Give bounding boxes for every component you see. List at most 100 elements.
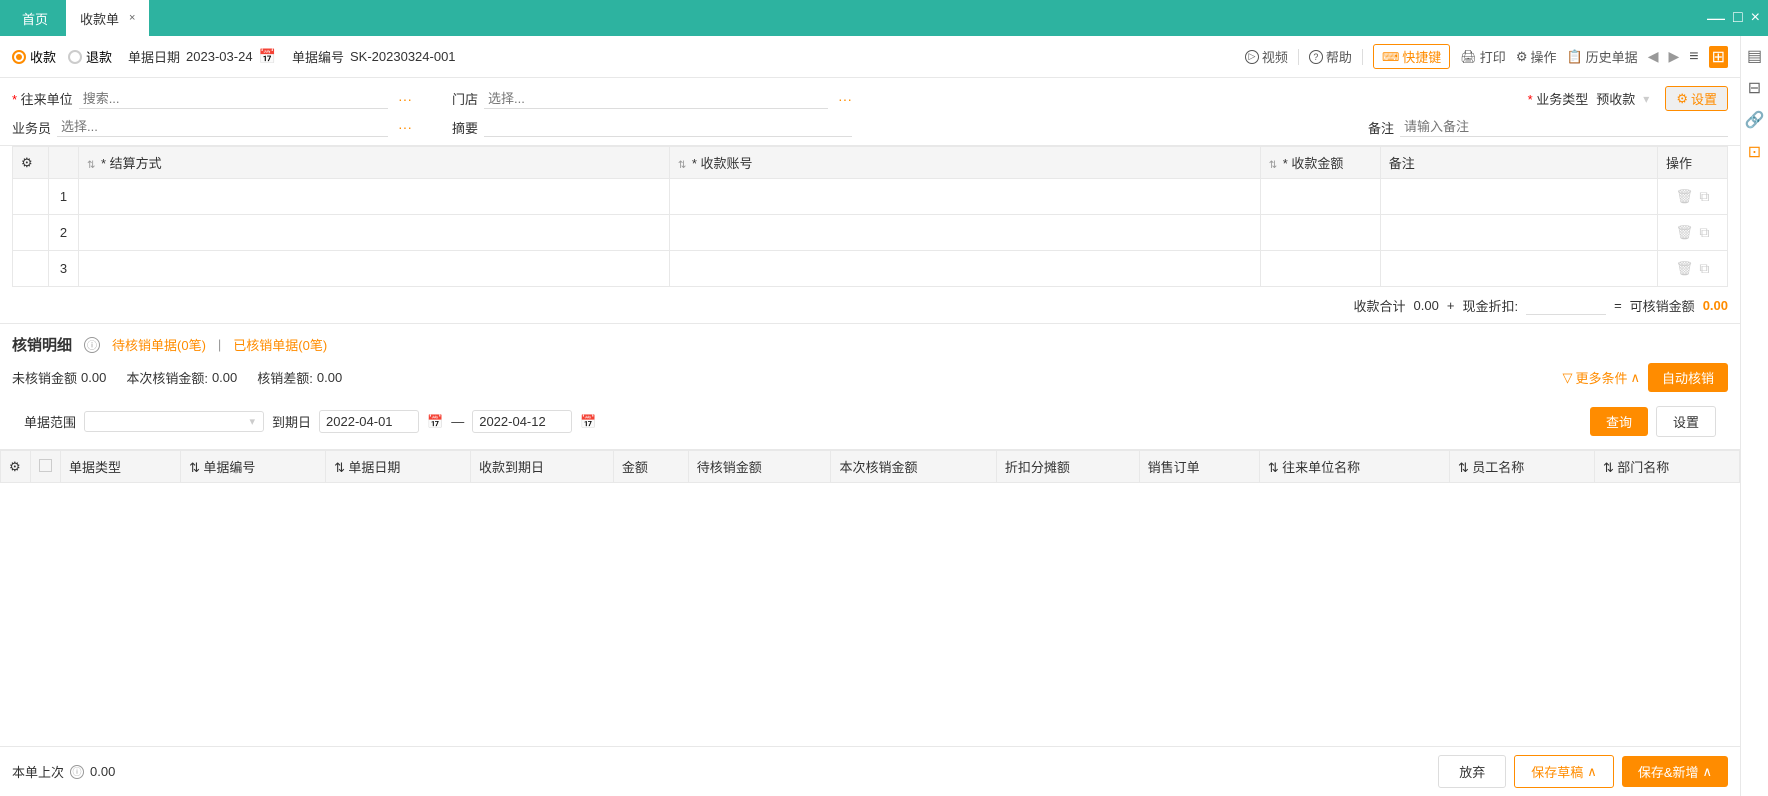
shop-input[interactable] [484,89,828,109]
calendar-icon-to[interactable]: 📅 [580,414,596,430]
nav-next-btn[interactable]: ▶ [1668,48,1679,65]
th-remark: 备注 [1380,147,1657,179]
bth-gear[interactable]: ⚙ [1,451,31,483]
bth-staff[interactable]: ⇅ 员工名称 [1450,451,1595,483]
window-close-btn[interactable]: × [1751,9,1760,27]
nav-prev-btn[interactable]: ◀ [1648,48,1659,65]
bth-due-date[interactable]: 收款到期日 [471,451,614,483]
row1-remark[interactable] [1380,179,1657,215]
unchecked-value: 0.00 [81,370,106,385]
save-draft-btn[interactable]: 保存草稿 ∧ [1514,755,1614,788]
row3-amount[interactable] [1260,251,1380,287]
bth-dept[interactable]: ⇅ 部门名称 [1594,451,1739,483]
layout-grid-icon[interactable]: ⊞ [1709,46,1728,68]
staff-ellipsis-icon[interactable]: ··· [398,119,412,135]
bth-amount[interactable]: 金额 [613,451,688,483]
row3-copy-icon[interactable]: ⧉ [1699,260,1709,277]
scope-dropdown-icon: ▾ [249,415,255,428]
bth-doc-date[interactable]: ⇅ 单据日期 [326,451,471,483]
staff-input[interactable] [57,117,388,137]
row2-delete-icon[interactable]: 🗑 [1676,224,1694,241]
th-settle[interactable]: ⇅ * 结算方式 [79,147,670,179]
bth-partner[interactable]: ⇅ 往来单位名称 [1259,451,1449,483]
footer-info-icon[interactable]: ⓘ [70,765,84,779]
query-btn[interactable]: 查询 [1590,407,1648,436]
remark-input[interactable] [1400,117,1728,137]
ops-btn[interactable]: ⚙ 操作 [1516,47,1557,66]
bth-pending[interactable]: 待核销金额 [688,451,831,483]
sidebar-minus-icon[interactable]: ⊟ [1748,78,1761,98]
row3-account[interactable] [669,251,1260,287]
window-min-btn[interactable]: — [1707,8,1725,29]
row3-delete-icon[interactable]: 🗑 [1676,260,1694,277]
layout-list-icon[interactable]: ≡ [1689,48,1698,66]
partner-label: 往来单位 [12,89,73,108]
row2-amount[interactable] [1260,215,1380,251]
partner-input[interactable] [79,89,388,109]
date-value: 2023-03-24 [186,49,253,64]
bth-doc-type[interactable]: 单据类型 [61,451,181,483]
window-max-btn[interactable]: □ [1733,9,1743,27]
auto-verify-btn[interactable]: 自动核销 [1648,363,1728,392]
row1-settle[interactable] [79,179,670,215]
bth-doc-num[interactable]: ⇅ 单据编号 [181,451,326,483]
history-btn[interactable]: 📋 历史单据 [1566,47,1637,66]
radio-refund[interactable]: 退款 [68,47,112,66]
bth-discount[interactable]: 折扣分摊额 [996,451,1139,483]
radio-receive-label: 收款 [30,47,56,66]
sidebar-link-icon[interactable]: 🔗 [1745,110,1765,130]
save-new-btn[interactable]: 保存&新增 ∧ [1622,756,1728,787]
video-btn[interactable]: ▷ 视频 [1245,47,1288,66]
discount-input[interactable] [1526,295,1606,315]
row2-copy-icon[interactable]: ⧉ [1699,224,1709,241]
row1-amount[interactable] [1260,179,1380,215]
th-amount[interactable]: ⇅ * 收款金额 [1260,147,1380,179]
divider2 [1362,49,1363,65]
settings-btn[interactable]: ⚙ 设置 [1665,86,1728,111]
table-settings-btn[interactable]: 设置 [1656,406,1716,437]
row1-copy-icon[interactable]: ⧉ [1699,188,1709,205]
pending-tab[interactable]: 待核销单据(0笔) [112,335,206,354]
print-btn[interactable]: 🖨 打印 [1460,47,1506,66]
done-tab[interactable]: 已核销单据(0笔) [233,335,327,354]
summary-input[interactable] [484,117,852,137]
row1-account[interactable] [669,179,1260,215]
shortcut-btn[interactable]: ⌨ 快捷键 [1373,44,1450,69]
table-row: 1 🗑 ⧉ [13,179,1728,215]
bth-current[interactable]: 本次核销金额 [831,451,996,483]
sidebar-expand-icon[interactable]: ⊡ [1748,142,1761,162]
select-all-checkbox[interactable] [39,459,52,472]
business-type-dropdown[interactable]: ▾ [1643,92,1649,106]
calendar-icon[interactable]: 📅 [259,48,276,65]
th-gear[interactable]: ⚙ [13,147,49,179]
help-btn[interactable]: ? 帮助 [1309,47,1352,66]
row2-account[interactable] [669,215,1260,251]
docnum-value: SK-20230324-001 [350,49,456,64]
sidebar-table-icon[interactable]: ▤ [1747,46,1762,66]
row3-num: 3 [49,251,79,287]
row3-remark[interactable] [1380,251,1657,287]
shop-ellipsis-icon[interactable]: ··· [838,91,852,107]
abandon-btn[interactable]: 放弃 [1438,755,1506,788]
partner-ellipsis-icon[interactable]: ··· [398,91,412,107]
tab-active[interactable]: 收款单 × [66,0,149,36]
row2-settle[interactable] [79,215,670,251]
row3-settle[interactable] [79,251,670,287]
due-date-from-input[interactable] [319,410,419,433]
bth-check[interactable] [31,451,61,483]
tab-home[interactable]: 首页 [8,0,62,36]
more-conditions-btn[interactable]: ▽ 更多条件 ∧ [1562,368,1640,387]
row2-remark[interactable] [1380,215,1657,251]
verify-info-icon[interactable]: ⓘ [84,337,100,353]
calendar-icon-from[interactable]: 📅 [427,414,443,430]
due-date-label: 到期日 [272,412,311,431]
available-value: 0.00 [1703,298,1728,313]
scope-select-wrapper[interactable]: ▾ [84,411,264,432]
verify-stats: 未核销金额 0.00 本次核销金额: 0.00 核销差额: 0.00 ▽ 更多条… [12,363,1728,392]
due-date-to-input[interactable] [472,410,572,433]
bth-order[interactable]: 销售订单 [1139,451,1259,483]
tab-close-icon[interactable]: × [129,12,135,24]
row1-delete-icon[interactable]: 🗑 [1676,188,1694,205]
th-account[interactable]: ⇅ * 收款账号 [669,147,1260,179]
radio-receive[interactable]: 收款 [12,47,56,66]
